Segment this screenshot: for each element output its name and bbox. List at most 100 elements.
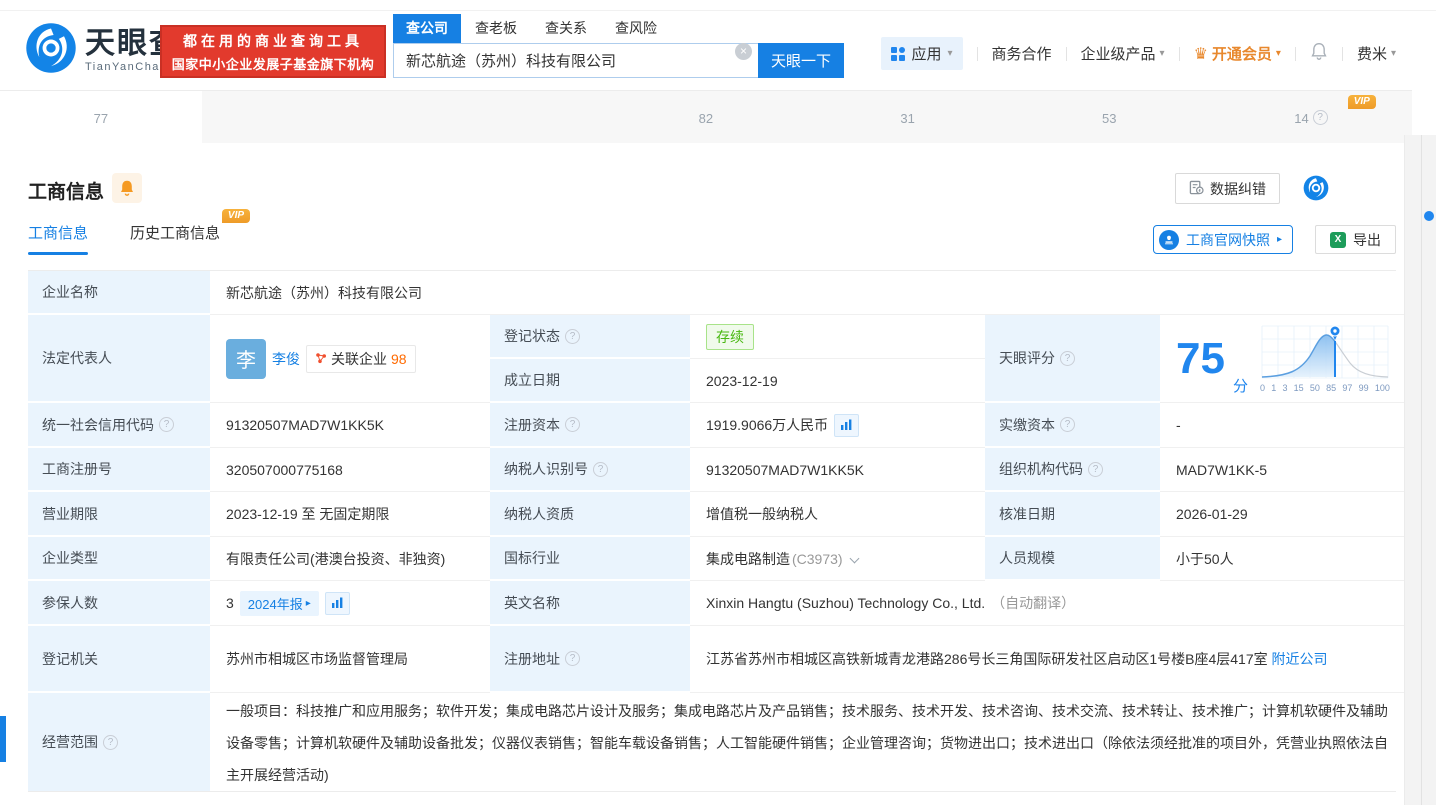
credit-code-label: 统一社会信用代码? <box>28 403 210 448</box>
menu-enterprise[interactable]: 企业级产品 ▾ <box>1081 43 1165 64</box>
company-type-value: 有限责任公司(港澳台投资、非独资) <box>210 537 490 581</box>
status-badge: 存续 <box>706 323 754 350</box>
subtab-history-registration[interactable]: 历史工商信息 VIP <box>130 209 251 255</box>
annual-report-badge[interactable]: 2024年报 ▸ <box>239 590 319 616</box>
help-icon[interactable]: ? <box>1060 417 1075 432</box>
staff-size-value: 小于50人 <box>1160 537 1406 581</box>
approval-date-label: 核准日期 <box>985 492 1160 537</box>
reg-status-value: 存续 <box>690 315 985 359</box>
apps-menu[interactable]: 应用 ▾ <box>881 37 963 70</box>
reg-number-label: 工商注册号 <box>28 448 210 492</box>
paid-capital-label: 实缴资本? <box>985 403 1160 448</box>
tab-operational-risk[interactable]: 经营风险 <box>403 91 1436 805</box>
legal-rep-link[interactable]: 李俊 <box>272 349 300 369</box>
divider <box>976 46 978 61</box>
business-scope-value: 一般项目：科技推广和应用服务；软件开发；集成电路芯片设计及服务；集成电路芯片及产… <box>210 693 1406 791</box>
score-value: 75 分 0 1 3 15 50 85 97 99 100 <box>1160 315 1406 403</box>
related-companies-badge[interactable]: 关联企业 98 <box>306 344 416 373</box>
industry-value: 集成电路制造 (C3973) <box>690 537 985 581</box>
expand-chevron-icon[interactable] <box>849 553 860 564</box>
insured-chart-icon[interactable] <box>324 591 350 615</box>
company-type-label: 企业类型 <box>28 537 210 581</box>
monitor-bell-icon[interactable] <box>112 173 142 203</box>
menu-cooperation[interactable]: 商务合作 <box>992 43 1052 64</box>
rail-divider <box>1421 135 1422 805</box>
correction-icon <box>1189 180 1204 198</box>
apps-grid-icon <box>891 46 906 61</box>
registered-address-value: 江苏省苏州市相城区高铁新城青龙港路286号长三角国际研发社区启动区1号楼B座4层… <box>690 626 1406 693</box>
username: 费米 <box>1356 46 1387 63</box>
chevron-down-icon: ▾ <box>1159 48 1165 59</box>
excel-icon: X <box>1330 231 1346 248</box>
search-input[interactable] <box>393 43 758 78</box>
business-term-value: 2023-12-19 至 无固定期限 <box>210 492 490 537</box>
divider <box>1178 46 1180 61</box>
help-icon[interactable]: ? <box>565 417 580 432</box>
insured-count-value: 3 2024年报 ▸ <box>210 581 490 626</box>
chevron-down-icon: ▾ <box>1390 48 1396 59</box>
enterprise-label: 企业级产品 <box>1080 46 1156 63</box>
search-tab-boss[interactable]: 查老板 <box>461 14 531 43</box>
english-name-value: Xinxin Hangtu (Suzhou) Technology Co., L… <box>690 581 1406 626</box>
header: 天眼查 TianYanCha.com 都在用的商业查询工具 国家中小企业发展子基… <box>0 11 1436 90</box>
org-code-label: 组织机构代码? <box>985 448 1160 492</box>
tab-business-info[interactable]: 经营信息82 <box>605 91 1436 805</box>
rail-indicator-dot[interactable] <box>1424 211 1434 221</box>
tab-legal-proceedings[interactable]: 法律诉讼 <box>202 91 1436 805</box>
help-icon[interactable]: ? <box>565 328 580 344</box>
approval-date-value: 2026-01-29 <box>1160 492 1406 537</box>
help-icon[interactable]: ? <box>1088 461 1103 477</box>
divider <box>1341 46 1343 61</box>
tab-intellectual-property[interactable]: 知识产权53 <box>1008 91 1436 805</box>
tab-company-development[interactable]: 公司发展31 <box>807 91 1436 805</box>
search-tab-relation[interactable]: 查关系 <box>531 14 601 43</box>
apps-label: 应用 <box>911 46 942 63</box>
staff-size-label: 人员规模 <box>985 537 1160 581</box>
divider <box>1294 46 1296 61</box>
notification-bell-icon[interactable] <box>1310 42 1328 65</box>
establish-date-value: 2023-12-19 <box>690 359 985 403</box>
credit-code-value: 91320507MAD7W1KK5K <box>210 403 490 448</box>
data-correction-button[interactable]: 数据纠错 <box>1175 173 1280 204</box>
business-term-label: 营业期限 <box>28 492 210 537</box>
taxpayer-id-value: 91320507MAD7W1KK5K <box>690 448 985 492</box>
user-menu[interactable]: 费米 ▾ <box>1357 43 1396 64</box>
org-code-value: MAD7W1KK-5 <box>1160 448 1406 492</box>
registered-capital-value: 1919.9066万人民币 <box>690 403 985 448</box>
help-icon[interactable]: ? <box>1060 350 1075 366</box>
nearby-companies-link[interactable]: 附近公司 <box>1272 651 1328 667</box>
subtab-business-registration[interactable]: 工商信息 <box>28 222 89 255</box>
reg-status-label: 登记状态 ? <box>490 315 690 359</box>
search-button[interactable]: 天眼一下 <box>758 43 844 78</box>
auto-translate-note: （自动翻译） <box>991 595 1076 611</box>
help-icon[interactable]: ? <box>1312 109 1328 125</box>
help-icon[interactable]: ? <box>103 734 118 750</box>
help-icon[interactable]: ? <box>159 417 174 432</box>
page: 天眼查 TianYanCha.com 都在用的商业查询工具 国家中小企业发展子基… <box>0 0 1436 805</box>
insured-count-label: 参保人数 <box>28 581 210 626</box>
section-title: 工商信息 <box>28 182 105 203</box>
help-icon[interactable]: ? <box>593 461 608 477</box>
registration-authority-value: 苏州市相城区市场监督管理局 <box>210 626 490 693</box>
capital-chart-icon[interactable] <box>834 413 860 437</box>
search-tab-company[interactable]: 查公司 <box>393 14 461 43</box>
official-snapshot-button[interactable]: 工商官网快照 ▸ <box>1153 225 1294 254</box>
search-tab-risk[interactable]: 查风险 <box>601 14 671 43</box>
open-vip-menu[interactable]: ♛ 开通会员 ▾ <box>1194 43 1281 64</box>
right-side-rail <box>1404 135 1436 805</box>
promo-line1: 都在用的商业查询工具 <box>183 32 363 49</box>
score-number: 75 <box>1176 333 1225 383</box>
paid-capital-value: - <box>1160 403 1406 448</box>
help-icon[interactable]: ? <box>565 651 580 666</box>
business-scope-label: 经营范围? <box>28 693 210 791</box>
tab-basic-info[interactable]: 基本信息77 <box>0 91 1396 805</box>
registered-capital-label: 注册资本? <box>490 403 690 448</box>
export-button[interactable]: X 导出 <box>1315 225 1396 254</box>
tab-history-info[interactable]: VIP 历史信息14 ? <box>1210 91 1436 805</box>
establish-date-label: 成立日期 <box>490 359 690 403</box>
avatar[interactable]: 李 <box>226 338 266 379</box>
divider <box>1065 46 1067 61</box>
arrow-right-icon: ▸ <box>1277 234 1283 245</box>
clear-search-icon[interactable]: × <box>735 43 752 60</box>
company-name-label: 企业名称 <box>28 271 210 315</box>
